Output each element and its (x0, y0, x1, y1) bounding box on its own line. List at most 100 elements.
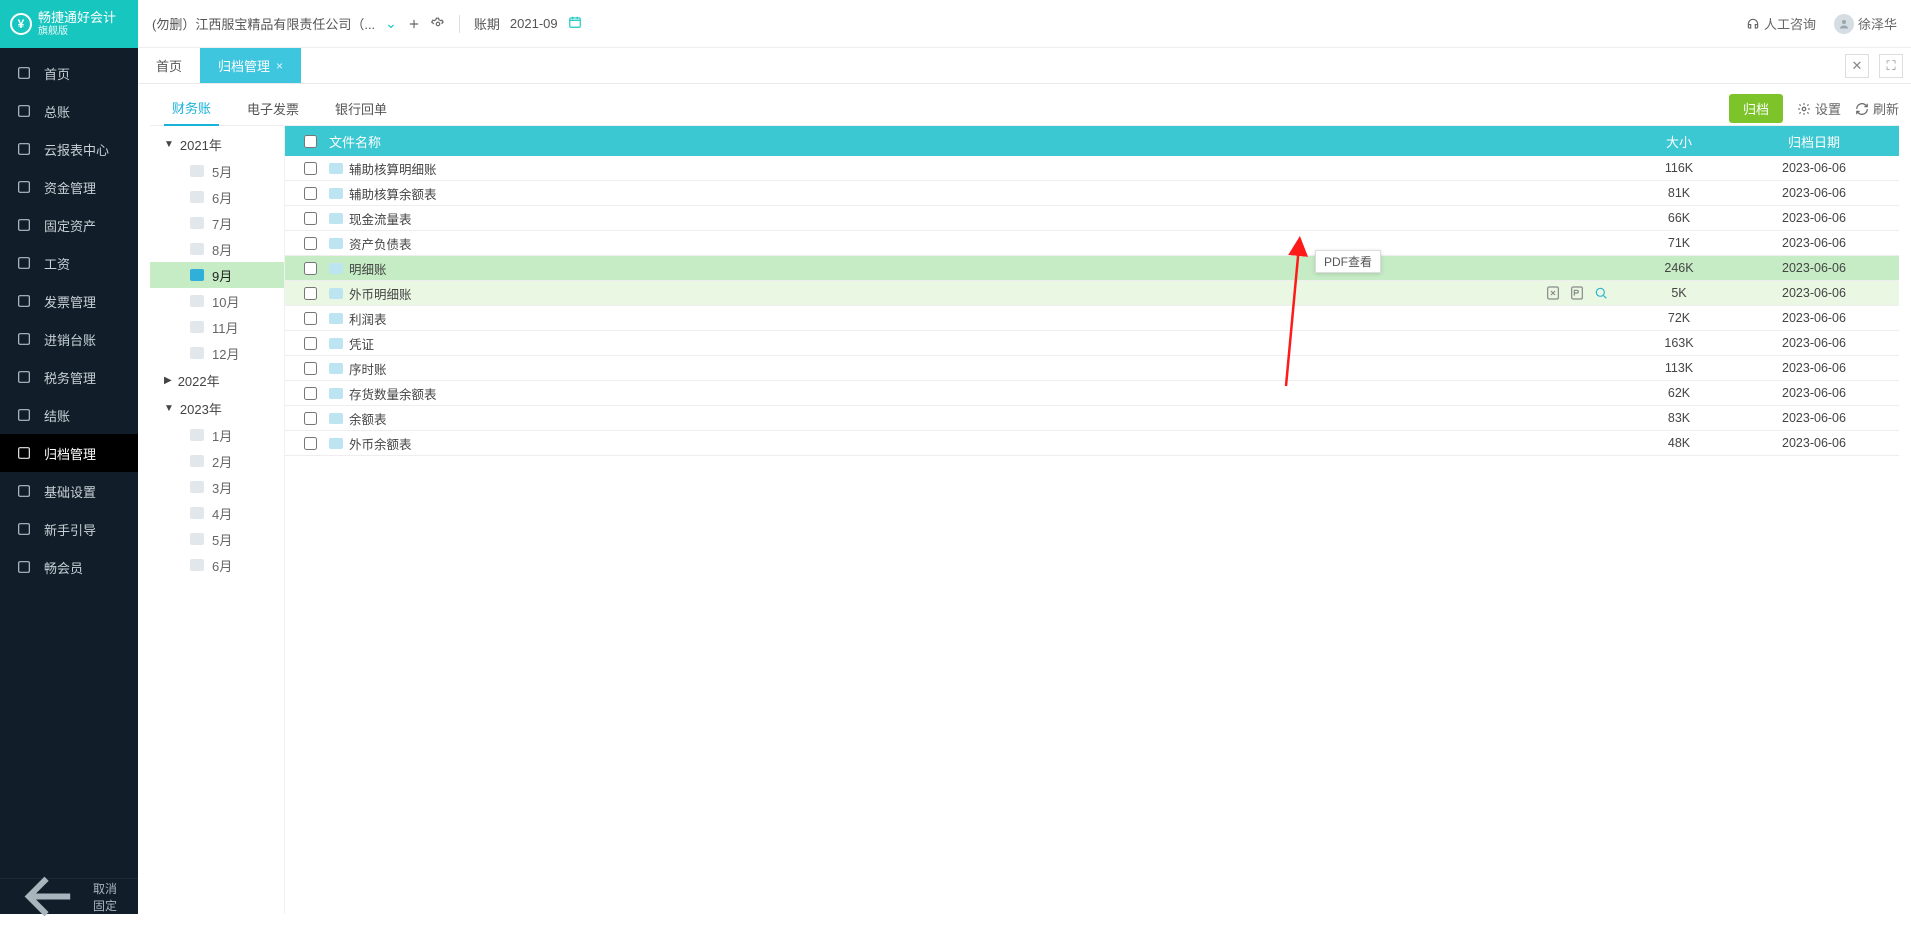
tree-month-0-7[interactable]: 12月 (150, 340, 284, 366)
tree-month-0-1[interactable]: 6月 (150, 184, 284, 210)
table-row[interactable]: 现金流量表66K2023-06-06 (285, 206, 1899, 231)
col-header-size[interactable]: 大小 (1619, 132, 1739, 151)
sidebar-item-12[interactable]: 新手引导 (0, 510, 138, 548)
row-checkbox[interactable] (304, 187, 317, 200)
row-checkbox[interactable] (304, 337, 317, 350)
table-row[interactable]: 凭证163K2023-06-06 (285, 331, 1899, 356)
table-row[interactable]: 辅助核算明细账116K2023-06-06 (285, 156, 1899, 181)
pdf-view-tooltip: PDF查看 (1315, 250, 1381, 273)
file-name: 外币明细账 (349, 284, 412, 303)
tree-year-1[interactable]: ▶2022年 (150, 366, 284, 394)
year-tree: ▼2021年5月6月7月8月9月10月11月12月▶2022年▼2023年1月2… (150, 126, 285, 914)
support-link[interactable]: 人工咨询 (1746, 14, 1816, 33)
sidebar-item-3[interactable]: 资金管理 (0, 168, 138, 206)
sidebar-item-2[interactable]: 云报表中心 (0, 130, 138, 168)
close-tab-button[interactable]: ✕ (1845, 54, 1869, 78)
row-checkbox[interactable] (304, 162, 317, 175)
settings-link[interactable]: 设置 (1797, 99, 1841, 118)
company-settings-icon[interactable] (431, 17, 445, 31)
tree-month-0-2[interactable]: 7月 (150, 210, 284, 236)
select-all-checkbox[interactable] (304, 135, 317, 148)
row-checkbox[interactable] (304, 312, 317, 325)
folder-icon (329, 313, 343, 324)
table-row[interactable]: 序时账113K2023-06-06 (285, 356, 1899, 381)
file-name: 外币余额表 (349, 434, 412, 453)
period-value[interactable]: 2021-09 (510, 16, 558, 31)
archive-button[interactable]: 归档 (1729, 94, 1783, 123)
table-row[interactable]: 余额表83K2023-06-06 (285, 406, 1899, 431)
sidebar-item-label: 新手引导 (44, 520, 96, 539)
tree-month-0-5[interactable]: 10月 (150, 288, 284, 314)
sidebar-item-9[interactable]: 结账 (0, 396, 138, 434)
sidebar-item-11[interactable]: 基础设置 (0, 472, 138, 510)
tree-month-2-3[interactable]: 4月 (150, 500, 284, 526)
row-checkbox[interactable] (304, 387, 317, 400)
archive-date: 2023-06-06 (1739, 411, 1889, 425)
sidebar-item-7[interactable]: 进销台账 (0, 320, 138, 358)
folder-icon (190, 429, 204, 441)
row-checkbox[interactable] (304, 437, 317, 450)
refresh-link[interactable]: 刷新 (1855, 99, 1899, 118)
table-row[interactable]: 辅助核算余额表81K2023-06-06 (285, 181, 1899, 206)
table-row[interactable]: 资产负债表71K2023-06-06 (285, 231, 1899, 256)
pdf-view-icon[interactable] (1593, 285, 1609, 301)
tree-month-0-6[interactable]: 11月 (150, 314, 284, 340)
table-row[interactable]: 外币余额表48K2023-06-06 (285, 431, 1899, 456)
table-row[interactable]: 明细账246K2023-06-06 (285, 256, 1899, 281)
excel-export-icon[interactable] (1545, 285, 1561, 301)
col-header-name[interactable]: 文件名称 (325, 132, 1619, 151)
tree-month-2-1[interactable]: 2月 (150, 448, 284, 474)
folder-icon (190, 269, 204, 281)
row-checkbox[interactable] (304, 237, 317, 250)
company-dropdown-icon[interactable]: ⌄ (385, 15, 397, 32)
sidebar-item-13[interactable]: 畅会员 (0, 548, 138, 586)
archive-date: 2023-06-06 (1739, 161, 1889, 175)
sidebar-item-8[interactable]: 税务管理 (0, 358, 138, 396)
inner-tab-2[interactable]: 银行回单 (327, 92, 395, 126)
tree-year-2[interactable]: ▼2023年 (150, 394, 284, 422)
tree-month-0-4[interactable]: 9月 (150, 262, 284, 288)
sidebar-item-6[interactable]: 发票管理 (0, 282, 138, 320)
company-selector-label[interactable]: (勿删）江西服宝精品有限责任公司（... (152, 14, 375, 33)
tree-month-0-3[interactable]: 8月 (150, 236, 284, 262)
page-tab-0[interactable]: 首页 (138, 48, 200, 83)
calendar-icon[interactable] (568, 15, 582, 32)
tree-year-0[interactable]: ▼2021年 (150, 130, 284, 158)
folder-icon (190, 507, 204, 519)
sidebar-item-1[interactable]: 总账 (0, 92, 138, 130)
caret-icon: ▶ (164, 375, 172, 386)
tree-month-2-2[interactable]: 3月 (150, 474, 284, 500)
user-menu[interactable]: 徐泽华 (1834, 14, 1897, 34)
sidebar-item-5[interactable]: 工资 (0, 244, 138, 282)
sidebar-unpin[interactable]: 取消固定 (0, 878, 138, 914)
row-checkbox[interactable] (304, 262, 317, 275)
funds-icon (16, 179, 32, 195)
row-checkbox[interactable] (304, 412, 317, 425)
table-row[interactable]: 外币明细账5K2023-06-06 (285, 281, 1899, 306)
tree-month-2-5[interactable]: 6月 (150, 552, 284, 578)
page-tab-1[interactable]: 归档管理× (200, 48, 301, 83)
tab-close-icon[interactable]: × (276, 59, 283, 73)
fullscreen-button[interactable]: ⛶ (1879, 54, 1903, 78)
sidebar-item-label: 基础设置 (44, 482, 96, 501)
col-header-date[interactable]: 归档日期 (1739, 132, 1889, 151)
table-row[interactable]: 存货数量余额表62K2023-06-06 (285, 381, 1899, 406)
tree-month-2-0[interactable]: 1月 (150, 422, 284, 448)
settings-icon (16, 483, 32, 499)
folder-icon (190, 559, 204, 571)
tree-month-2-4[interactable]: 5月 (150, 526, 284, 552)
row-checkbox[interactable] (304, 212, 317, 225)
inner-tab-0[interactable]: 财务账 (164, 92, 219, 126)
tree-month-0-0[interactable]: 5月 (150, 158, 284, 184)
sidebar-item-10[interactable]: 归档管理 (0, 434, 138, 472)
inner-tab-1[interactable]: 电子发票 (239, 92, 307, 126)
add-company-icon[interactable] (407, 17, 421, 31)
table-row[interactable]: 利润表72K2023-06-06 (285, 306, 1899, 331)
pdf-export-icon[interactable] (1569, 285, 1585, 301)
row-checkbox[interactable] (304, 362, 317, 375)
sidebar-item-4[interactable]: 固定资产 (0, 206, 138, 244)
row-checkbox[interactable] (304, 287, 317, 300)
file-name: 利润表 (349, 309, 387, 328)
brand-edition: 旗舰版 (38, 26, 116, 37)
sidebar-item-0[interactable]: 首页 (0, 54, 138, 92)
